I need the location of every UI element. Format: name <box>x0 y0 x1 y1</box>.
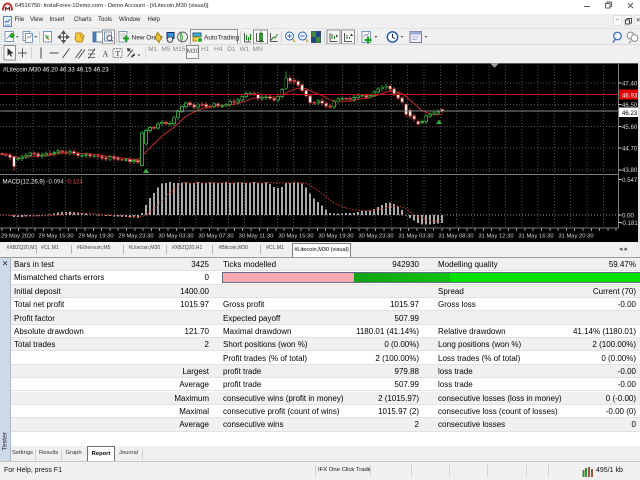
svg-text:29 May 19:30: 29 May 19:30 <box>78 234 113 240</box>
svg-text:46.50: 46.50 <box>622 102 638 109</box>
svg-text:30 May 15:30: 30 May 15:30 <box>278 234 313 240</box>
svg-text:0.00: 0.00 <box>622 212 634 219</box>
svg-text:29 May 15:30: 29 May 15:30 <box>38 234 73 240</box>
svg-text:A: A <box>103 50 109 59</box>
svg-text:T: T <box>116 49 121 58</box>
svg-text:29 May 23:30: 29 May 23:30 <box>118 234 153 240</box>
svg-text:31 May 12:30: 31 May 12:30 <box>478 234 513 240</box>
svg-text:30 May 03:30: 30 May 03:30 <box>158 234 193 240</box>
svg-text:AutoTrading: AutoTrading <box>204 35 240 42</box>
svg-text:31 May 20:30: 31 May 20:30 <box>558 234 593 240</box>
svg-text:30 May 11:30: 30 May 11:30 <box>239 234 274 240</box>
svg-text:30 May 07:30: 30 May 07:30 <box>198 234 233 240</box>
svg-text:31 May 03:30: 31 May 03:30 <box>398 234 433 240</box>
svg-text:31 May 16:30: 31 May 16:30 <box>518 234 553 240</box>
svg-text:29 May 2020: 29 May 2020 <box>1 234 35 240</box>
svg-text:45.60: 45.60 <box>622 124 638 131</box>
svg-text:46.93: 46.93 <box>622 92 638 99</box>
svg-text:-0.181: -0.181 <box>621 220 639 227</box>
svg-text:MACD(12,26,9) -0.094 -0.124: MACD(12,26,9) -0.094 -0.124 <box>3 179 84 186</box>
svg-text:31 May 08:30: 31 May 08:30 <box>438 234 473 240</box>
svg-text:#Litecoin,M30 46.20 46.33 46.1: #Litecoin,M30 46.20 46.33 46.15 46.23 <box>3 67 109 74</box>
svg-text:44.70: 44.70 <box>622 146 638 153</box>
svg-text:43.80: 43.80 <box>622 167 638 174</box>
svg-text:0.547: 0.547 <box>622 177 638 184</box>
svg-text:46.23: 46.23 <box>622 110 638 117</box>
svg-text:30 May 23:30: 30 May 23:30 <box>358 234 393 240</box>
svg-text:47.40: 47.40 <box>622 80 638 87</box>
svg-text:30 May 19:30: 30 May 19:30 <box>318 234 353 240</box>
